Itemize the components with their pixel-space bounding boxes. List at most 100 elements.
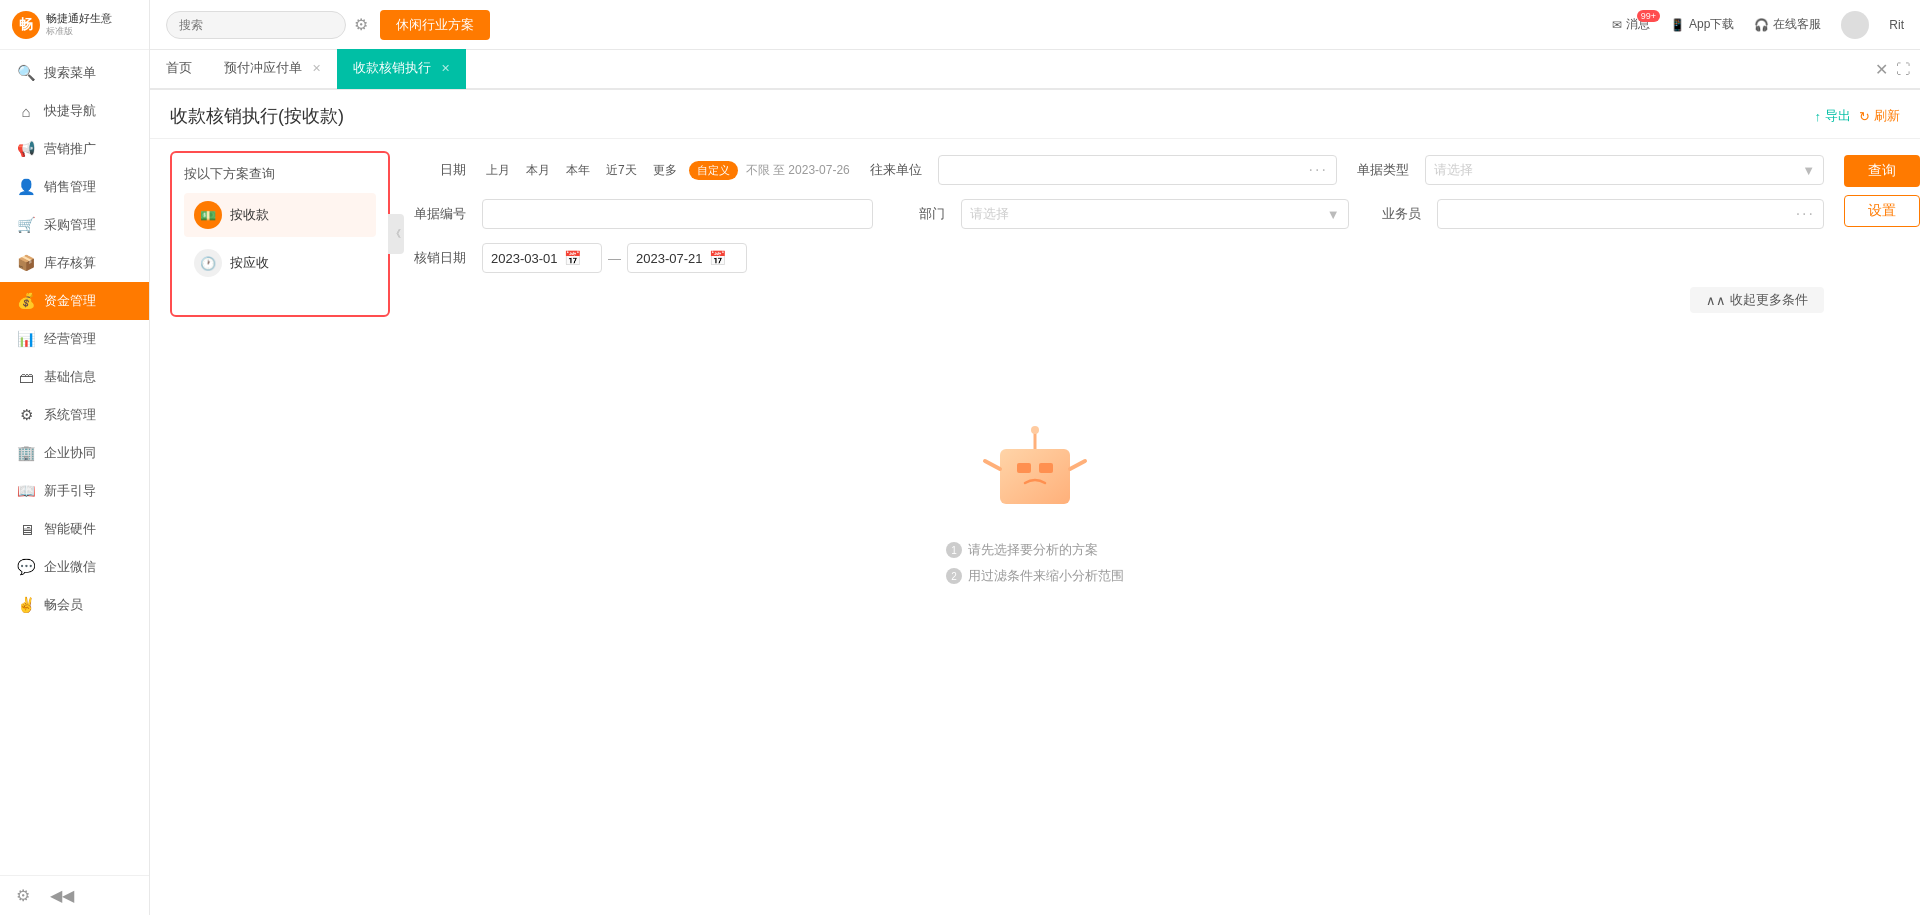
sidebar-item-inventory[interactable]: 📦 库存核算: [0, 244, 149, 282]
date-tab-this-year[interactable]: 本年: [562, 160, 594, 181]
query-button[interactable]: 查询: [1844, 155, 1920, 187]
sidebar-item-quick-nav[interactable]: ⌂ 快捷导航: [0, 92, 149, 130]
refresh-button[interactable]: ↻ 刷新: [1859, 107, 1900, 125]
collapse-sidebar-icon[interactable]: ◀◀: [50, 886, 74, 905]
empty-state: 1 请先选择要分析的方案 2 用过滤条件来缩小分析范围: [150, 329, 1920, 665]
collapse-more-area: ∧∧ 收起更多条件: [410, 287, 1824, 313]
writeoff-date-end-input[interactable]: 2023-07-21 📅: [627, 243, 747, 273]
sidebar-item-label: 营销推广: [44, 140, 96, 158]
header-search-input[interactable]: [166, 11, 346, 39]
date-tab-more[interactable]: 更多: [649, 160, 681, 181]
counterpart-input[interactable]: [947, 156, 1309, 184]
empty-illustration: [975, 409, 1095, 529]
setting-button[interactable]: 设置: [1844, 195, 1920, 227]
main-wrap: ⚙ 休闲行业方案 ✉ 消息 99+ 📱 App下载 🎧 在线客服 Rit 首页: [150, 0, 1920, 915]
page-inner: 收款核销执行(按收款) ↑ 导出 ↻ 刷新 按以下方案查询: [150, 90, 1920, 915]
doc-no-input[interactable]: [482, 199, 873, 229]
sidebar-item-search[interactable]: 🔍 搜索菜单: [0, 54, 149, 92]
counterpart-label: 往来单位: [866, 161, 922, 179]
empty-hint-box: 1 请先选择要分析的方案 2 用过滤条件来缩小分析范围: [946, 541, 1124, 585]
sidebar-item-label: 搜索菜单: [44, 64, 96, 82]
gear-icon[interactable]: ⚙: [354, 15, 368, 34]
sidebar-logo: 畅 畅捷通好生意 标准版: [0, 0, 149, 50]
calendar-end-icon[interactable]: 📅: [709, 250, 726, 266]
sidebar-item-label: 企业协同: [44, 444, 96, 462]
tab-home[interactable]: 首页: [150, 49, 208, 89]
headset-icon: 🎧: [1754, 18, 1769, 32]
date-tab-custom[interactable]: 自定义: [689, 161, 738, 180]
date-tab-this-month[interactable]: 本月: [522, 160, 554, 181]
tab-home-label: 首页: [166, 59, 192, 77]
sidebar-item-label: 基础信息: [44, 368, 96, 386]
solution-button[interactable]: 休闲行业方案: [380, 10, 490, 40]
staff-input[interactable]: [1446, 200, 1796, 228]
search-icon: 🔍: [16, 64, 36, 82]
inventory-icon: 📦: [16, 254, 36, 272]
sidebar-item-label: 销售管理: [44, 178, 96, 196]
logo-text-area: 畅捷通好生意 标准版: [46, 11, 112, 38]
refresh-label: 刷新: [1874, 107, 1900, 125]
tab-receipt-writeoff-label: 收款核销执行: [353, 59, 431, 77]
wechat-icon: 💬: [16, 558, 36, 576]
dept-chevron-down-icon: ▼: [1327, 207, 1340, 222]
export-button[interactable]: ↑ 导出: [1815, 107, 1852, 125]
app-label: App下载: [1689, 16, 1734, 33]
staff-dots-icon[interactable]: ···: [1796, 205, 1815, 223]
sidebar-item-label: 企业微信: [44, 558, 96, 576]
message-icon: ✉: [1612, 18, 1622, 32]
user-avatar: [1841, 11, 1869, 39]
sidebar-item-operations[interactable]: 📊 经营管理: [0, 320, 149, 358]
filter-row-docno: 单据编号 部门 请选择 ▼ 业务员 ···: [410, 199, 1824, 229]
sidebar-item-label: 库存核算: [44, 254, 96, 272]
page-title: 收款核销执行(按收款): [170, 104, 344, 128]
sidebar-item-hardware[interactable]: 🖥 智能硬件: [0, 510, 149, 548]
app-download-button[interactable]: 📱 App下载: [1670, 16, 1734, 33]
funds-icon: 💰: [16, 292, 36, 310]
filter-option-receivable-icon: 🕐: [194, 249, 222, 277]
message-button[interactable]: ✉ 消息 99+: [1612, 16, 1650, 33]
filter-row-writeoff-date: 核销日期 2023-03-01 📅 — 2023-07-21 📅: [410, 243, 1824, 273]
sidebar-item-purchase[interactable]: 🛒 采购管理: [0, 206, 149, 244]
hint-num-1: 1: [946, 542, 962, 558]
sidebar-item-wechat[interactable]: 💬 企业微信: [0, 548, 149, 586]
sidebar-item-label: 快捷导航: [44, 102, 96, 120]
svg-rect-1: [1017, 463, 1031, 473]
sidebar-item-marketing[interactable]: 📢 营销推广: [0, 130, 149, 168]
collapse-more-button[interactable]: ∧∧ 收起更多条件: [1690, 287, 1824, 313]
collapse-left-panel-icon[interactable]: 《: [388, 214, 404, 254]
filter-option-by-receipt[interactable]: 💵 按收款: [184, 193, 376, 237]
dept-label: 部门: [889, 205, 945, 223]
tab-receipt-writeoff[interactable]: 收款核销执行 ✕: [337, 49, 466, 89]
sidebar-item-guide[interactable]: 📖 新手引导: [0, 472, 149, 510]
sidebar-item-funds[interactable]: 💰 资金管理: [0, 282, 149, 320]
date-unlimited-text: 不限 至 2023-07-26: [746, 162, 850, 179]
member-icon: ✌: [16, 596, 36, 614]
close-window-icon[interactable]: ✕: [1875, 60, 1888, 79]
tab-prepay[interactable]: 预付冲应付单 ✕: [208, 49, 337, 89]
filter-option-receipt-icon: 💵: [194, 201, 222, 229]
date-tab-last-month[interactable]: 上月: [482, 160, 514, 181]
sidebar-item-system[interactable]: ⚙ 系统管理: [0, 396, 149, 434]
filter-option-by-receivable[interactable]: 🕐 按应收: [184, 241, 376, 285]
date-tab-7days[interactable]: 近7天: [602, 160, 641, 181]
filter-right-form: 日期 上月 本月 本年 近7天 更多 自定义 不限 至 2023-07-26 往…: [390, 139, 1844, 329]
tab-prepay-close-icon[interactable]: ✕: [312, 62, 321, 75]
calendar-start-icon[interactable]: 📅: [564, 250, 581, 266]
message-badge: 99+: [1637, 10, 1660, 22]
counterpart-dots-icon[interactable]: ···: [1309, 161, 1328, 179]
expand-icon[interactable]: ⛶: [1896, 61, 1910, 77]
sidebar-menu: 🔍 搜索菜单 ⌂ 快捷导航 📢 营销推广 👤 销售管理 🛒 采购管理 📦 库存核…: [0, 50, 149, 875]
chevron-up-icon: ∧∧: [1706, 293, 1726, 308]
sidebar-item-sales[interactable]: 👤 销售管理: [0, 168, 149, 206]
writeoff-date-label: 核销日期: [410, 249, 466, 267]
settings-bottom-icon[interactable]: ⚙: [16, 886, 30, 905]
sidebar-item-member[interactable]: ✌ 畅会员: [0, 586, 149, 624]
svg-line-5: [985, 461, 1000, 469]
sidebar-item-base[interactable]: 🗃 基础信息: [0, 358, 149, 396]
online-service-button[interactable]: 🎧 在线客服: [1754, 16, 1821, 33]
tab-receipt-writeoff-close-icon[interactable]: ✕: [441, 62, 450, 75]
writeoff-date-group: 2023-03-01 📅 — 2023-07-21 📅: [482, 243, 747, 273]
export-label: 导出: [1825, 107, 1851, 125]
writeoff-date-start-input[interactable]: 2023-03-01 📅: [482, 243, 602, 273]
sidebar-item-enterprise[interactable]: 🏢 企业协同: [0, 434, 149, 472]
